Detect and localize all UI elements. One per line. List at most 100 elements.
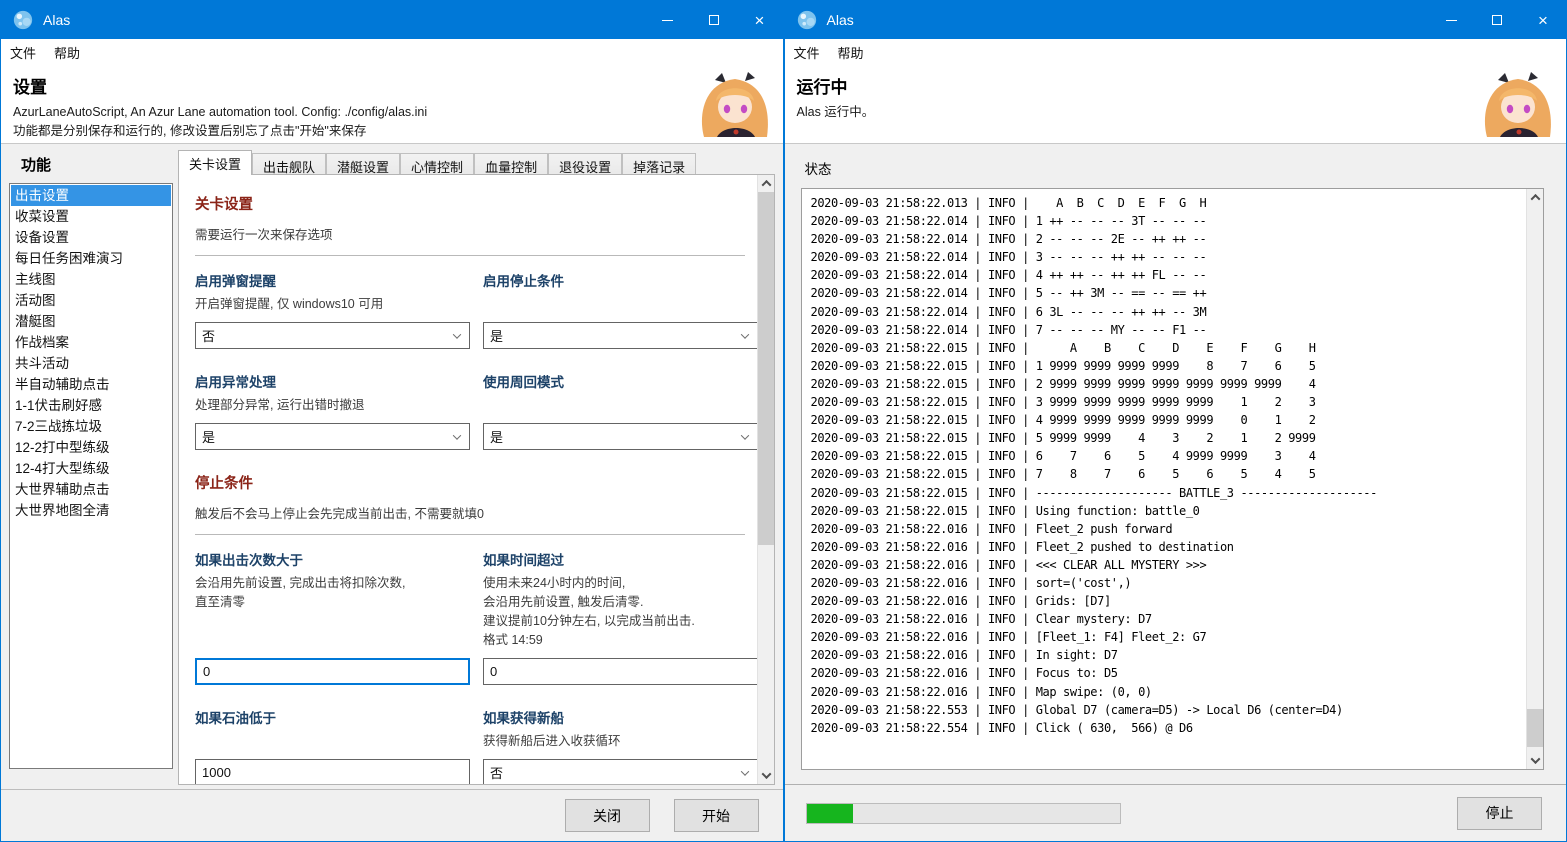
sidebar-item-1[interactable]: 出击设置	[11, 185, 171, 206]
header-description-1: Alas 运行中。	[797, 103, 1479, 122]
sidebar-item-10[interactable]: 半自动辅助点击	[11, 374, 171, 395]
sidebar-item-12[interactable]: 7-2三战拣垃圾	[11, 416, 171, 437]
field-description: 处理部分异常, 运行出错时撤退	[195, 396, 470, 415]
minimize-button[interactable]	[1428, 1, 1474, 39]
header-description-1: AzurLaneAutoScript, An Azur Lane automat…	[13, 103, 695, 122]
log-line: 2020-09-03 21:58:22.014 | INFO | 2 -- --…	[811, 230, 1527, 248]
sidebar-item-14[interactable]: 12-4打大型练级	[11, 458, 171, 479]
text-input[interactable]	[195, 658, 470, 685]
form-row: 如果石油低于如果获得新船获得新船后进入收获循环否	[195, 707, 745, 784]
sidebar-item-6[interactable]: 活动图	[11, 290, 171, 311]
tab-1[interactable]: 关卡设置	[178, 150, 252, 175]
log-line: 2020-09-03 21:58:22.016 | INFO | Map swi…	[811, 683, 1527, 701]
scroll-down-icon[interactable]	[758, 767, 775, 784]
start-button[interactable]: 开始	[674, 799, 759, 832]
dropdown[interactable]: 是	[195, 423, 470, 450]
control-wrap: 是	[483, 415, 757, 450]
tab-2[interactable]: 出击舰队	[252, 153, 326, 175]
settings-body: 功能 出击设置收菜设置设备设置每日任务困难演习主线图活动图潜艇图作战档案共斗活动…	[1, 144, 783, 789]
menu-file[interactable]: 文件	[1, 39, 45, 65]
log-line: 2020-09-03 21:58:22.015 | INFO | 5 9999 …	[811, 429, 1527, 447]
alas-logo-icon	[12, 9, 34, 31]
menu-bar: 文件 帮助	[1, 39, 783, 65]
scrollbar-thumb[interactable]	[1527, 709, 1544, 747]
log-line: 2020-09-03 21:58:22.015 | INFO | 1 9999 …	[811, 357, 1527, 375]
field-description: 使用未来24小时内的时间,	[483, 574, 757, 593]
sidebar-item-4[interactable]: 每日任务困难演习	[11, 248, 171, 269]
text-input[interactable]	[483, 658, 757, 685]
chevron-glyph	[741, 431, 749, 439]
menu-help[interactable]: 帮助	[829, 39, 873, 65]
sidebar-item-9[interactable]: 共斗活动	[11, 353, 171, 374]
chevron-glyph	[741, 330, 749, 338]
field-description: 会沿用先前设置, 完成出击将扣除次数,	[195, 574, 470, 593]
log-line: 2020-09-03 21:58:22.015 | INFO | A B C D…	[811, 339, 1527, 357]
log-line: 2020-09-03 21:58:22.014 | INFO | 5 -- ++…	[811, 284, 1527, 302]
tab-6[interactable]: 退役设置	[548, 153, 622, 175]
form-scrollbar[interactable]	[757, 175, 774, 784]
dropdown[interactable]: 否	[195, 322, 470, 349]
minimize-button[interactable]	[645, 1, 691, 39]
log-line: 2020-09-03 21:58:22.014 | INFO | 3 -- --…	[811, 248, 1527, 266]
maximize-button[interactable]	[691, 1, 737, 39]
window-title: Alas	[43, 12, 645, 28]
log-line: 2020-09-03 21:58:22.016 | INFO | Clear m…	[811, 610, 1527, 628]
dropdown[interactable]: 是	[483, 423, 757, 450]
sidebar-item-7[interactable]: 潜艇图	[11, 311, 171, 332]
scroll-down-icon[interactable]	[1527, 752, 1544, 769]
log-line: 2020-09-03 21:58:22.016 | INFO | Fleet_2…	[811, 520, 1527, 538]
sidebar-item-16[interactable]: 大世界地图全清	[11, 500, 171, 521]
group-description: 需要运行一次来保存选项	[195, 224, 745, 243]
sidebar-item-3[interactable]: 设备设置	[11, 227, 171, 248]
scroll-up-icon[interactable]	[758, 175, 775, 192]
maximize-button[interactable]	[1474, 1, 1520, 39]
log-line: 2020-09-03 21:58:22.016 | INFO | [Fleet_…	[811, 628, 1527, 646]
tab-4[interactable]: 心情控制	[400, 153, 474, 175]
tab-3[interactable]: 潜艇设置	[326, 153, 400, 175]
sidebar-item-8[interactable]: 作战档案	[11, 332, 171, 353]
close-icon: ×	[755, 12, 765, 29]
scrollbar-thumb[interactable]	[758, 192, 775, 545]
field-description: 格式 14:59	[483, 631, 757, 650]
page-header: 运行中 Alas 运行中。	[785, 65, 1567, 144]
dropdown[interactable]: 是	[483, 322, 757, 349]
menu-file[interactable]: 文件	[785, 39, 829, 65]
chevron-glyph	[453, 431, 461, 439]
sidebar-item-2[interactable]: 收菜设置	[11, 206, 171, 227]
tab-7[interactable]: 掉落记录	[622, 153, 696, 175]
sidebar-item-5[interactable]: 主线图	[11, 269, 171, 290]
field-label: 如果出击次数大于	[195, 549, 470, 569]
field-label: 启用异常处理	[195, 371, 470, 391]
maximize-icon	[709, 15, 719, 25]
text-input[interactable]	[195, 759, 470, 784]
tab-5[interactable]: 血量控制	[474, 153, 548, 175]
page-title: 设置	[13, 73, 695, 98]
title-bar[interactable]: Alas ×	[1, 1, 783, 39]
menu-help[interactable]: 帮助	[45, 39, 89, 65]
form-panel-content: 关卡设置需要运行一次来保存选项启用弹窗提醒开启弹窗提醒, 仅 windows10…	[179, 175, 757, 784]
log-line: 2020-09-03 21:58:22.016 | INFO | sort=('…	[811, 574, 1527, 592]
close-window-button[interactable]: 关闭	[565, 799, 650, 832]
scroll-up-icon[interactable]	[1527, 189, 1544, 206]
title-bar[interactable]: Alas ×	[785, 1, 1567, 39]
divider	[195, 255, 745, 256]
sidebar-item-13[interactable]: 12-2打中型练级	[11, 437, 171, 458]
chevron-down-icon	[445, 434, 469, 440]
log-scrollbar[interactable]	[1526, 189, 1543, 769]
log-box: 2020-09-03 21:58:22.013 | INFO | A B C D…	[801, 188, 1545, 770]
control-wrap: 是	[483, 314, 757, 349]
sidebar-item-15[interactable]: 大世界辅助点击	[11, 479, 171, 500]
dropdown[interactable]: 否	[483, 759, 757, 784]
close-button[interactable]: ×	[737, 1, 783, 39]
minimize-icon	[1446, 20, 1457, 21]
form-field: 如果出击次数大于会沿用先前设置, 完成出击将扣除次数,直至清零	[195, 549, 470, 685]
sidebar-item-11[interactable]: 1-1伏击刷好感	[11, 395, 171, 416]
log-line: 2020-09-03 21:58:22.015 | INFO | 7 8 7 6…	[811, 465, 1527, 483]
stop-button[interactable]: 停止	[1457, 797, 1542, 830]
log-content: 2020-09-03 21:58:22.013 | INFO | A B C D…	[802, 189, 1527, 769]
dropdown-value: 是	[202, 427, 215, 446]
field-label: 如果石油低于	[195, 707, 470, 727]
field-label: 如果获得新船	[483, 707, 757, 727]
close-button[interactable]: ×	[1520, 1, 1566, 39]
form-field: 如果石油低于	[195, 707, 470, 784]
